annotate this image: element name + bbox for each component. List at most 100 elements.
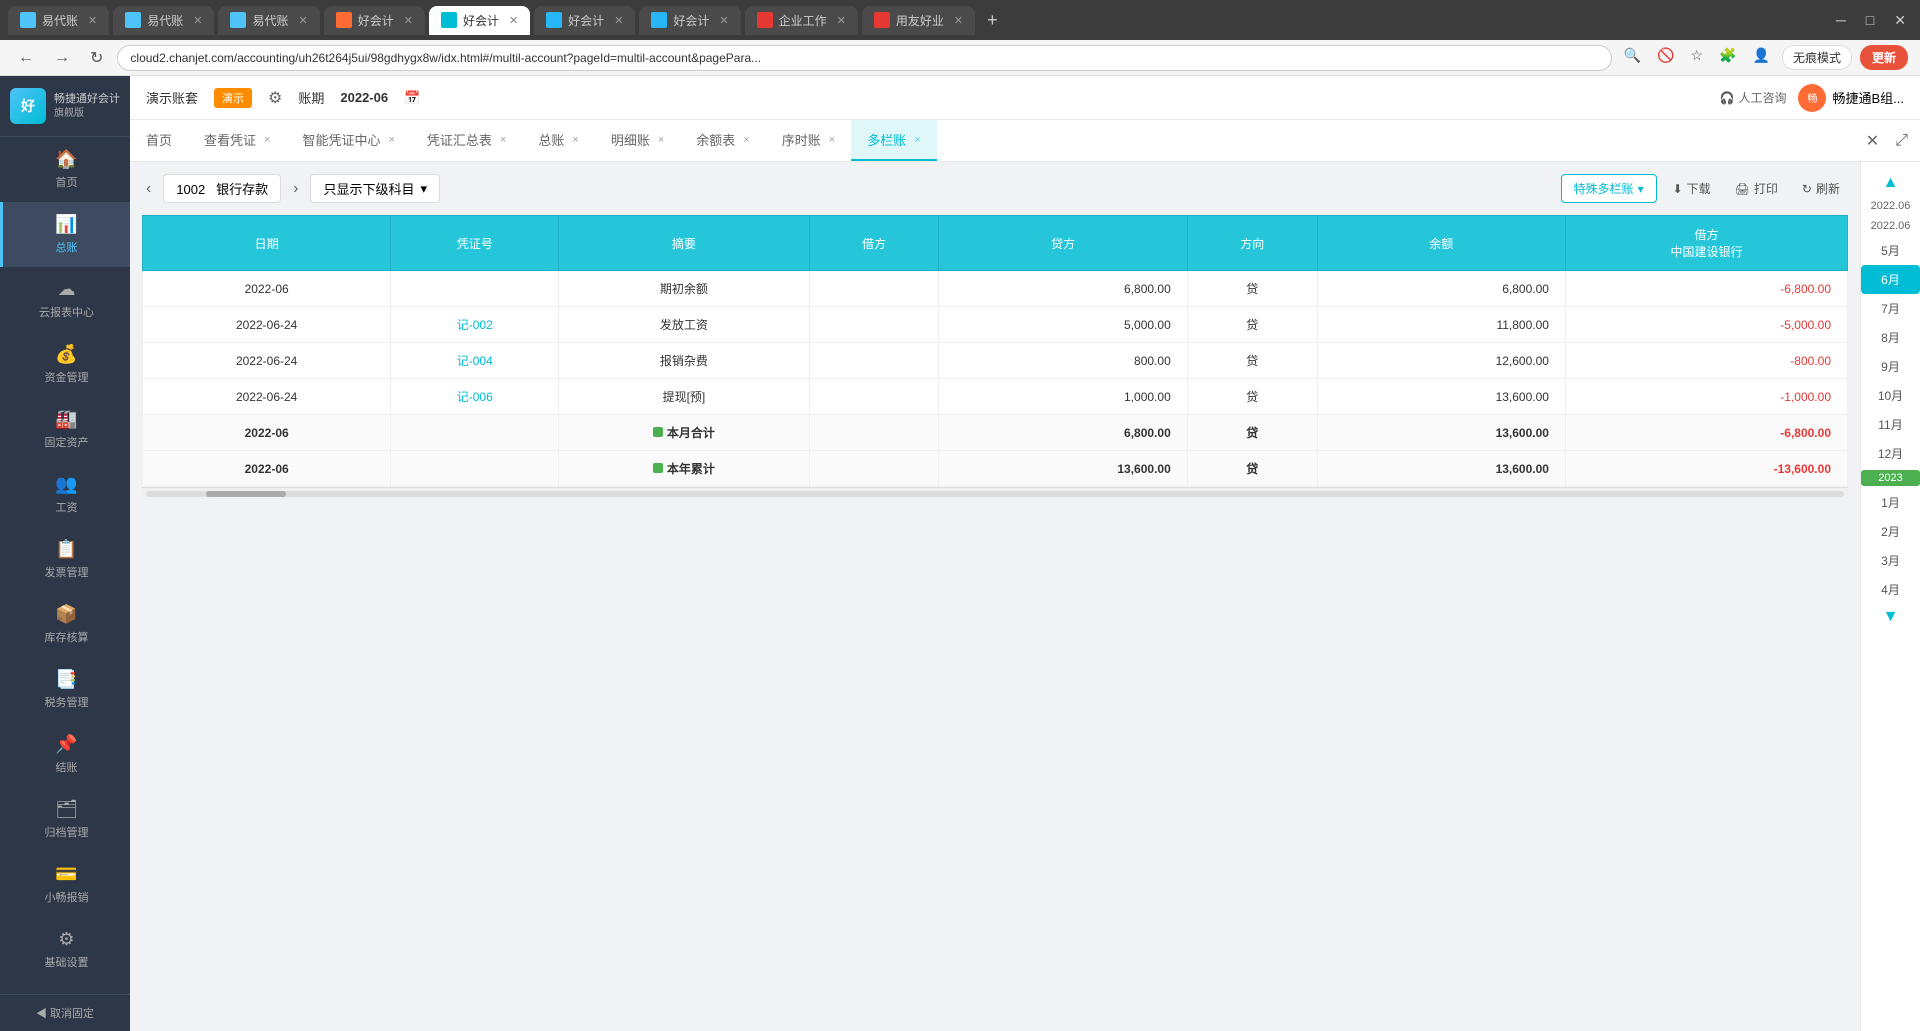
sidebar-item-cloud-report[interactable]: ☁ 云报表中心 [0, 267, 130, 332]
block-icon[interactable]: 🚫 [1653, 45, 1678, 70]
browser-tab-7[interactable]: 好会计 ✕ [639, 6, 740, 35]
tab-balance[interactable]: 余额表 × [680, 120, 765, 161]
browser-tab-4[interactable]: 好会计 ✕ [324, 6, 425, 35]
sidebar-unpin-button[interactable]: ◀ 取消固定 [0, 994, 130, 1031]
cell-voucher[interactable]: 记-006 [391, 379, 559, 415]
cal-month-8[interactable]: 8月 [1861, 323, 1920, 352]
address-input[interactable] [117, 45, 1611, 71]
cal-month-6[interactable]: 6月 [1861, 265, 1920, 294]
browser-tab-1[interactable]: 易代账 ✕ [8, 6, 109, 35]
special-multi-column-button[interactable]: 特殊多栏账 ▾ [1561, 174, 1657, 203]
close-tab-panel-button[interactable]: ✕ [1862, 127, 1883, 155]
cell-voucher[interactable]: 记-004 [391, 343, 559, 379]
cal-month-5[interactable]: 5月 [1861, 236, 1920, 265]
tab-view-voucher[interactable]: 查看凭证 × [188, 120, 286, 161]
profile-icon[interactable]: 👤 [1749, 45, 1774, 70]
tab-close-balance[interactable]: × [743, 134, 749, 146]
tab-close-voucher-summary[interactable]: × [500, 134, 506, 146]
tab-journal[interactable]: 序时账 × [766, 120, 851, 161]
tab-close-9[interactable]: ✕ [954, 14, 963, 27]
tab-close-4[interactable]: ✕ [404, 14, 413, 27]
tab-close-smart-voucher[interactable]: × [388, 134, 394, 146]
cal-month-2023-4[interactable]: 4月 [1861, 575, 1920, 604]
cell-voucher[interactable]: 记-002 [391, 307, 559, 343]
sidebar-item-ledger[interactable]: 📊 总账 [0, 202, 130, 267]
sidebar-item-tax[interactable]: 📑 税务管理 [0, 657, 130, 722]
calendar-scroll-down[interactable]: ▼ [1879, 604, 1903, 630]
cal-month-11[interactable]: 11月 [1861, 410, 1920, 439]
cell-direction: 贷 [1187, 379, 1317, 415]
horizontal-scrollbar[interactable] [142, 487, 1848, 499]
tab-close-8[interactable]: ✕ [837, 14, 846, 27]
expand-tab-panel-button[interactable]: ⤢ [1891, 128, 1912, 154]
tab-smart-voucher[interactable]: 智能凭证中心 × [286, 120, 410, 161]
cal-month-7[interactable]: 7月 [1861, 294, 1920, 323]
browser-tab-9[interactable]: 用友好业 ✕ [862, 6, 975, 35]
tab-close-general-ledger[interactable]: × [572, 134, 578, 146]
close-button[interactable]: ✕ [1888, 10, 1912, 31]
sidebar-item-expense[interactable]: 💳 小畅报销 [0, 852, 130, 917]
calendar-icon[interactable]: 📅 [404, 90, 420, 106]
sidebar-item-home[interactable]: 🏠 首页 [0, 137, 130, 202]
setting-icon[interactable]: ⚙ [268, 88, 282, 108]
new-tab-button[interactable]: + [979, 6, 1006, 35]
sidebar-item-close[interactable]: 📌 结账 [0, 722, 130, 787]
tab-close-detail-ledger[interactable]: × [658, 134, 664, 146]
cal-month-2023-1[interactable]: 1月 [1861, 488, 1920, 517]
back-button[interactable]: ← [12, 47, 40, 69]
user-button[interactable]: 畅 畅捷通B组... [1798, 84, 1904, 112]
tab-general-ledger[interactable]: 总账 × [522, 120, 594, 161]
update-button[interactable]: 更新 [1860, 45, 1908, 70]
extensions-icon[interactable]: 🧩 [1715, 45, 1740, 70]
print-button[interactable]: 🖨 打印 [1727, 175, 1786, 202]
sidebar-item-payroll[interactable]: 👥 工资 [0, 462, 130, 527]
search-icon[interactable]: 🔍 [1620, 45, 1645, 70]
tab-home[interactable]: 首页 [130, 120, 188, 161]
tab-close-6[interactable]: ✕ [614, 14, 623, 27]
cloud-icon: ☁ [58, 279, 76, 300]
sidebar-item-funds[interactable]: 💰 资金管理 [0, 332, 130, 397]
sidebar-item-settings[interactable]: ⚙ 基础设置 [0, 917, 130, 982]
scroll-thumb[interactable] [206, 491, 286, 497]
browser-tab-6[interactable]: 好会计 ✕ [534, 6, 635, 35]
cal-month-9[interactable]: 9月 [1861, 352, 1920, 381]
stealth-button[interactable]: 无痕模式 [1782, 45, 1852, 70]
sidebar-item-invoice[interactable]: 📋 发票管理 [0, 527, 130, 592]
star-icon[interactable]: ☆ [1687, 45, 1708, 70]
calendar-scroll-up[interactable]: ▲ [1879, 170, 1903, 196]
account-select[interactable]: 1002 银行存款 [163, 174, 281, 203]
tab-close-view-voucher[interactable]: × [264, 134, 270, 146]
cal-month-10[interactable]: 10月 [1861, 381, 1920, 410]
service-button[interactable]: 🎧 人工咨询 [1720, 89, 1787, 106]
cal-month-2023-3[interactable]: 3月 [1861, 546, 1920, 575]
browser-tab-3[interactable]: 易代账 ✕ [218, 6, 319, 35]
download-button[interactable]: ⬇ 下载 [1665, 175, 1719, 202]
sidebar-item-inventory[interactable]: 📦 库存核算 [0, 592, 130, 657]
cal-month-2023-2[interactable]: 2月 [1861, 517, 1920, 546]
tab-close-multi-column[interactable]: × [914, 134, 920, 146]
browser-tab-5[interactable]: 好会计 ✕ [429, 6, 530, 35]
refresh-button[interactable]: ↻ 刷新 [1794, 175, 1848, 202]
maximize-button[interactable]: □ [1860, 10, 1880, 31]
reload-button[interactable]: ↻ [84, 46, 109, 70]
tab-close-5[interactable]: ✕ [509, 14, 518, 27]
tab-close-3[interactable]: ✕ [298, 14, 307, 27]
sidebar-item-guide[interactable]: 📖 新手引导 [0, 982, 130, 994]
minimize-button[interactable]: ─ [1830, 10, 1852, 31]
tab-close-1[interactable]: ✕ [88, 14, 97, 27]
tab-voucher-summary[interactable]: 凭证汇总表 × [411, 120, 522, 161]
tab-close-journal[interactable]: × [829, 134, 835, 146]
tab-multi-column[interactable]: 多栏账 × [851, 120, 936, 161]
tab-close-2[interactable]: ✕ [193, 14, 202, 27]
tab-detail-ledger[interactable]: 明细账 × [595, 120, 680, 161]
tab-close-7[interactable]: ✕ [719, 14, 728, 27]
sidebar-item-archive[interactable]: 🗂 归档管理 [0, 787, 130, 852]
forward-button[interactable]: → [48, 47, 76, 69]
cal-month-12[interactable]: 12月 [1861, 439, 1920, 468]
next-account-button[interactable]: › [289, 176, 302, 202]
browser-tab-2[interactable]: 易代账 ✕ [113, 6, 214, 35]
browser-tab-8[interactable]: 企业工作 ✕ [745, 6, 858, 35]
filter-select[interactable]: 只显示下级科目 ▾ [310, 174, 440, 203]
sidebar-item-fixed-assets[interactable]: 🏭 固定资产 [0, 397, 130, 462]
prev-account-button[interactable]: ‹ [142, 176, 155, 202]
